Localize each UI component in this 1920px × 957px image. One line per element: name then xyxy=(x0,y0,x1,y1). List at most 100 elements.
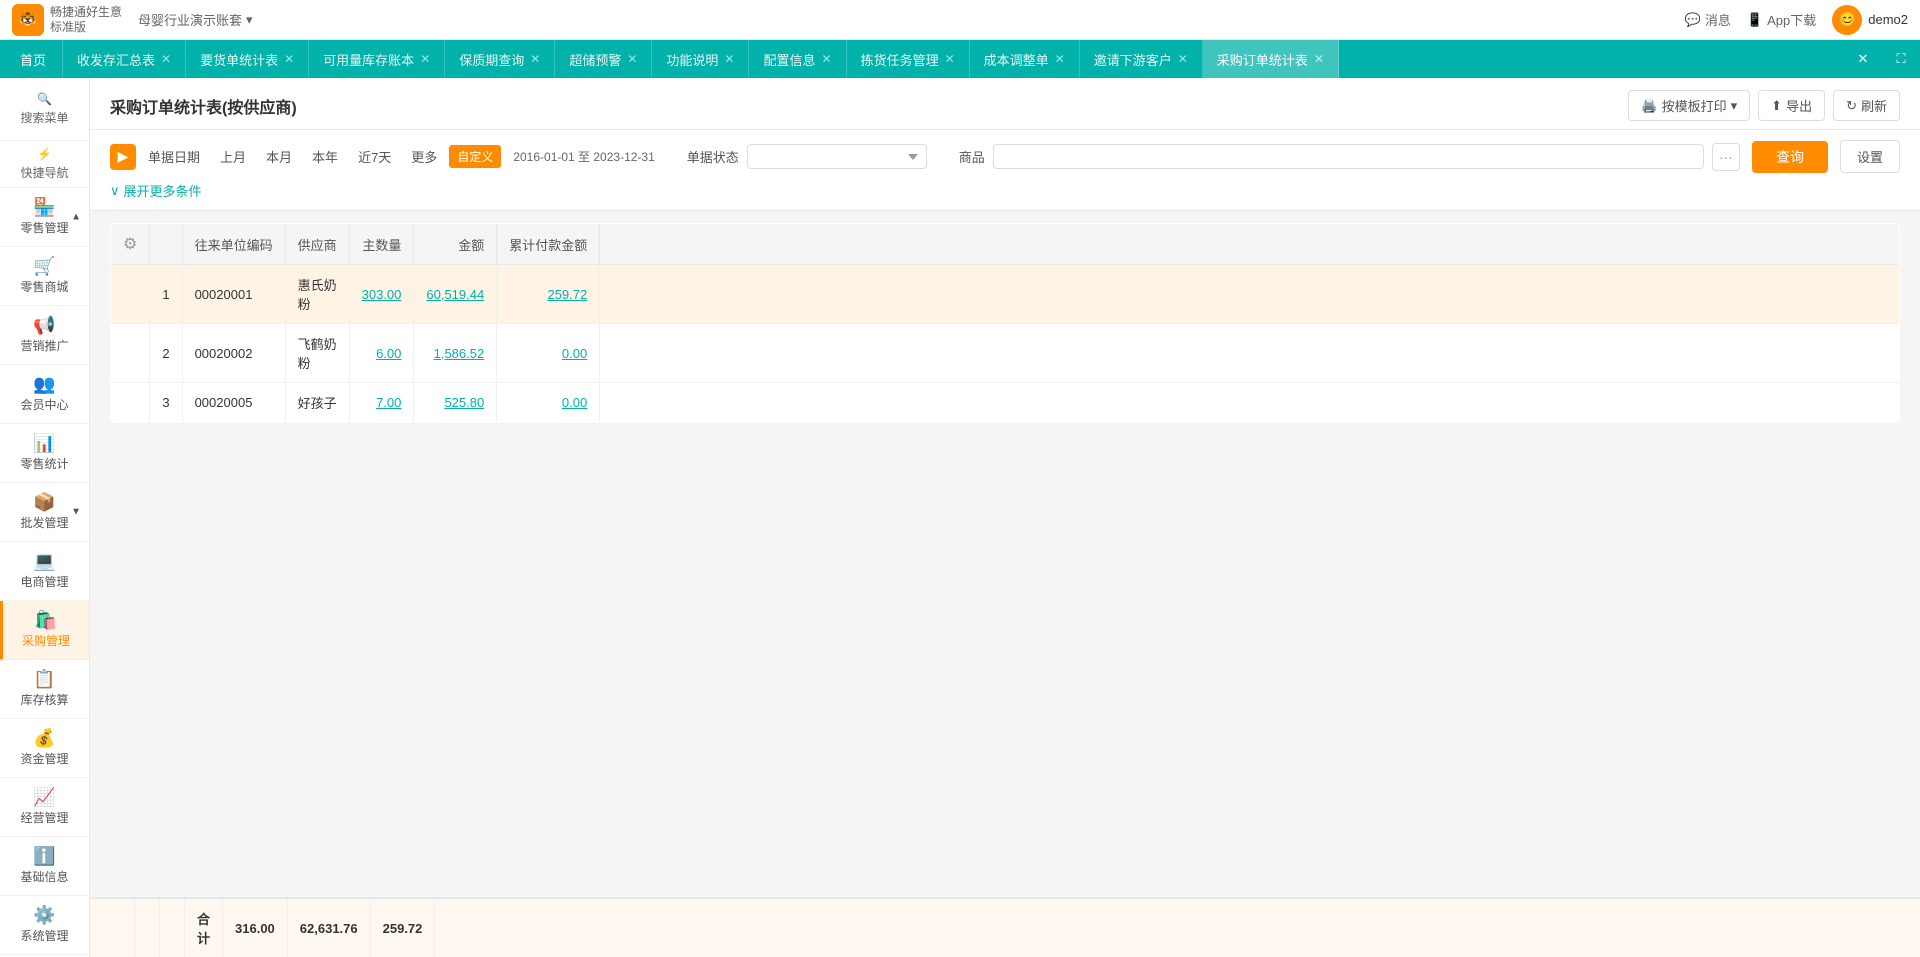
more-dates-button[interactable]: 更多 xyxy=(403,144,445,169)
chevron-down-icon: ∨ xyxy=(110,183,120,199)
page-title: 采购订单统计表(按供应商) xyxy=(110,94,297,118)
search-menu-button[interactable]: 🔍 搜索菜单 xyxy=(6,86,83,132)
tab-close-icon[interactable]: ✕ xyxy=(627,52,637,66)
workspace-dropdown-icon: ▾ xyxy=(246,12,253,28)
col-quantity: 主数量 xyxy=(349,224,414,265)
tab-order-stats[interactable]: 要货单统计表 ✕ xyxy=(186,40,309,78)
last-month-button[interactable]: 上月 xyxy=(212,144,254,169)
col-amount: 金额 xyxy=(414,224,497,265)
table-row: 2 00020002 飞鹤奶粉 6.00 1,586.52 0.00 xyxy=(111,324,1900,383)
retail-mall-icon: 🛒 xyxy=(33,257,55,275)
row-settings-3 xyxy=(111,383,150,423)
logo-icon: 🐯 xyxy=(12,4,44,36)
tab-function-desc[interactable]: 功能说明 ✕ xyxy=(652,40,749,78)
tab-close-icon[interactable]: ✕ xyxy=(530,52,540,66)
tab-purchase-order-stats[interactable]: 采购订单统计表 ✕ xyxy=(1203,40,1339,78)
sidebar-item-retail-mall[interactable]: 🛒 零售商城 xyxy=(0,247,89,306)
goods-input[interactable] xyxy=(993,144,1704,169)
expand-more-button[interactable]: ∨ 展开更多条件 xyxy=(110,181,1900,200)
row-code-3: 00020005 xyxy=(182,383,285,423)
tab-invite-downstream[interactable]: 邀请下游客户 ✕ xyxy=(1080,40,1203,78)
table-row: 3 00020005 好孩子 7.00 525.80 0.00 xyxy=(111,383,1900,423)
workspace-selector[interactable]: 母婴行业演示账套 ▾ xyxy=(130,6,261,33)
tab-overstock-warning[interactable]: 超储预警 ✕ xyxy=(555,40,652,78)
tab-usable-stock[interactable]: 可用量库存账本 ✕ xyxy=(309,40,445,78)
sidebar-item-purchase[interactable]: 🛍️ 采购管理 xyxy=(0,601,89,660)
tab-close-icon[interactable]: ✕ xyxy=(724,52,734,66)
page-actions: 🖨️ 按模板打印 ▾ ⬆ 导出 ↻ 刷新 xyxy=(1628,90,1900,121)
tab-cost-adjust[interactable]: 成本调整单 ✕ xyxy=(970,40,1080,78)
sidebar-item-operations[interactable]: 📈 经营管理 xyxy=(0,778,89,837)
filter-toggle-button[interactable]: ▶ xyxy=(110,144,136,170)
user-name[interactable]: demo2 xyxy=(1868,12,1908,27)
this-month-button[interactable]: 本月 xyxy=(258,144,300,169)
sidebar-item-finance[interactable]: 💰 资金管理 xyxy=(0,719,89,778)
tab-close-icon[interactable]: ✕ xyxy=(284,52,294,66)
sidebar-item-system[interactable]: ⚙️ 系统管理 xyxy=(0,896,89,955)
export-button[interactable]: ⬆ 导出 xyxy=(1758,90,1825,121)
export-icon: ⬆ xyxy=(1771,98,1782,114)
tab-collection-summary[interactable]: 收发存汇总表 ✕ xyxy=(63,40,186,78)
settings-button[interactable]: 设置 xyxy=(1840,140,1900,173)
tab-pick-task[interactable]: 拣货任务管理 ✕ xyxy=(847,40,970,78)
sidebar-item-retail-stats[interactable]: 📊 零售统计 xyxy=(0,424,89,483)
row-paid-3: 0.00 xyxy=(497,383,600,423)
avatar[interactable]: 😊 xyxy=(1832,5,1862,35)
tab-close-icon[interactable]: ✕ xyxy=(822,52,832,66)
page-header: 采购订单统计表(按供应商) 🖨️ 按模板打印 ▾ ⬆ 导出 ↻ 刷新 xyxy=(90,78,1920,130)
refresh-button[interactable]: ↻ 刷新 xyxy=(1833,90,1900,121)
tab-close-icon[interactable]: ✕ xyxy=(1055,52,1065,66)
sidebar: 🔍 搜索菜单 ⚡ 快捷导航 🏪 零售管理 ▲ 🛒 零售商城 📢 营销推广 👥 会… xyxy=(0,78,90,957)
tab-close-icon[interactable]: ✕ xyxy=(420,52,430,66)
row-index-2: 2 xyxy=(150,324,182,383)
sidebar-item-retail-management[interactable]: 🏪 零售管理 ▲ xyxy=(0,188,89,247)
footer-paid: 259.72 xyxy=(370,899,435,957)
col-index xyxy=(150,224,182,265)
row-extra-3 xyxy=(600,383,1900,423)
content-area: 采购订单统计表(按供应商) 🖨️ 按模板打印 ▾ ⬆ 导出 ↻ 刷新 xyxy=(90,78,1920,957)
member-icon: 👥 xyxy=(33,375,55,393)
sidebar-search-section: 🔍 搜索菜单 xyxy=(0,78,89,141)
footer-amount: 62,631.76 xyxy=(287,899,370,957)
tab-home[interactable]: 首页 xyxy=(4,40,63,78)
print-button[interactable]: 🖨️ 按模板打印 ▾ xyxy=(1628,90,1750,121)
app-download-action[interactable]: 📱 App下载 xyxy=(1747,10,1816,29)
row-quantity-1: 303.00 xyxy=(349,265,414,324)
last-7-days-button[interactable]: 近7天 xyxy=(350,144,399,169)
nav-tabs-actions: ✕ ⛶ xyxy=(1844,40,1920,78)
query-button[interactable]: 查询 xyxy=(1752,141,1828,173)
tab-close-icon[interactable]: ✕ xyxy=(945,52,955,66)
col-supplier: 供应商 xyxy=(285,224,349,265)
this-year-button[interactable]: 本年 xyxy=(304,144,346,169)
sidebar-item-member-center[interactable]: 👥 会员中心 xyxy=(0,365,89,424)
sidebar-item-wholesale[interactable]: 📦 批发管理 ▼ xyxy=(0,483,89,542)
column-settings-icon[interactable]: ⚙ xyxy=(123,236,137,253)
maximize-button[interactable]: ⛶ xyxy=(1882,40,1920,78)
operations-icon: 📈 xyxy=(33,788,55,806)
tab-config-info[interactable]: 配置信息 ✕ xyxy=(749,40,846,78)
user-area[interactable]: 😊 demo2 xyxy=(1832,5,1908,35)
quick-nav-button[interactable]: ⚡ 快捷导航 xyxy=(0,141,89,188)
footer-code-cell xyxy=(160,899,185,957)
purchase-icon: 🛍️ xyxy=(35,611,57,629)
date-filter-label: 单据日期 xyxy=(148,147,200,166)
filter-row-1: ▶ 单据日期 上月 本月 本年 近7天 更多 自定义 2016-01-01 至 … xyxy=(110,140,1900,173)
footer-extra xyxy=(435,899,1900,957)
status-select[interactable] xyxy=(747,144,927,169)
wholesale-icon: 📦 xyxy=(33,493,55,511)
row-amount-2: 1,586.52 xyxy=(414,324,497,383)
table-body: 1 00020001 惠氏奶粉 303.00 60,519.44 259.72 … xyxy=(111,265,1900,423)
close-all-tabs-button[interactable]: ✕ xyxy=(1844,40,1882,78)
sidebar-item-ecommerce[interactable]: 💻 电商管理 xyxy=(0,542,89,601)
sidebar-item-basic-info[interactable]: ℹ️ 基础信息 xyxy=(0,837,89,896)
custom-date-button[interactable]: 自定义 xyxy=(449,145,501,168)
sidebar-item-stock-accounting[interactable]: 📋 库存核算 xyxy=(0,660,89,719)
goods-filter-label: 商品 xyxy=(959,147,985,166)
tab-close-icon[interactable]: ✕ xyxy=(161,52,171,66)
tab-close-icon[interactable]: ✕ xyxy=(1178,52,1188,66)
tab-close-icon[interactable]: ✕ xyxy=(1314,52,1324,66)
goods-more-button[interactable]: ··· xyxy=(1712,143,1740,171)
message-action[interactable]: 💬 消息 xyxy=(1685,10,1731,29)
tab-expiry-query[interactable]: 保质期查询 ✕ xyxy=(445,40,555,78)
sidebar-item-marketing[interactable]: 📢 营销推广 xyxy=(0,306,89,365)
